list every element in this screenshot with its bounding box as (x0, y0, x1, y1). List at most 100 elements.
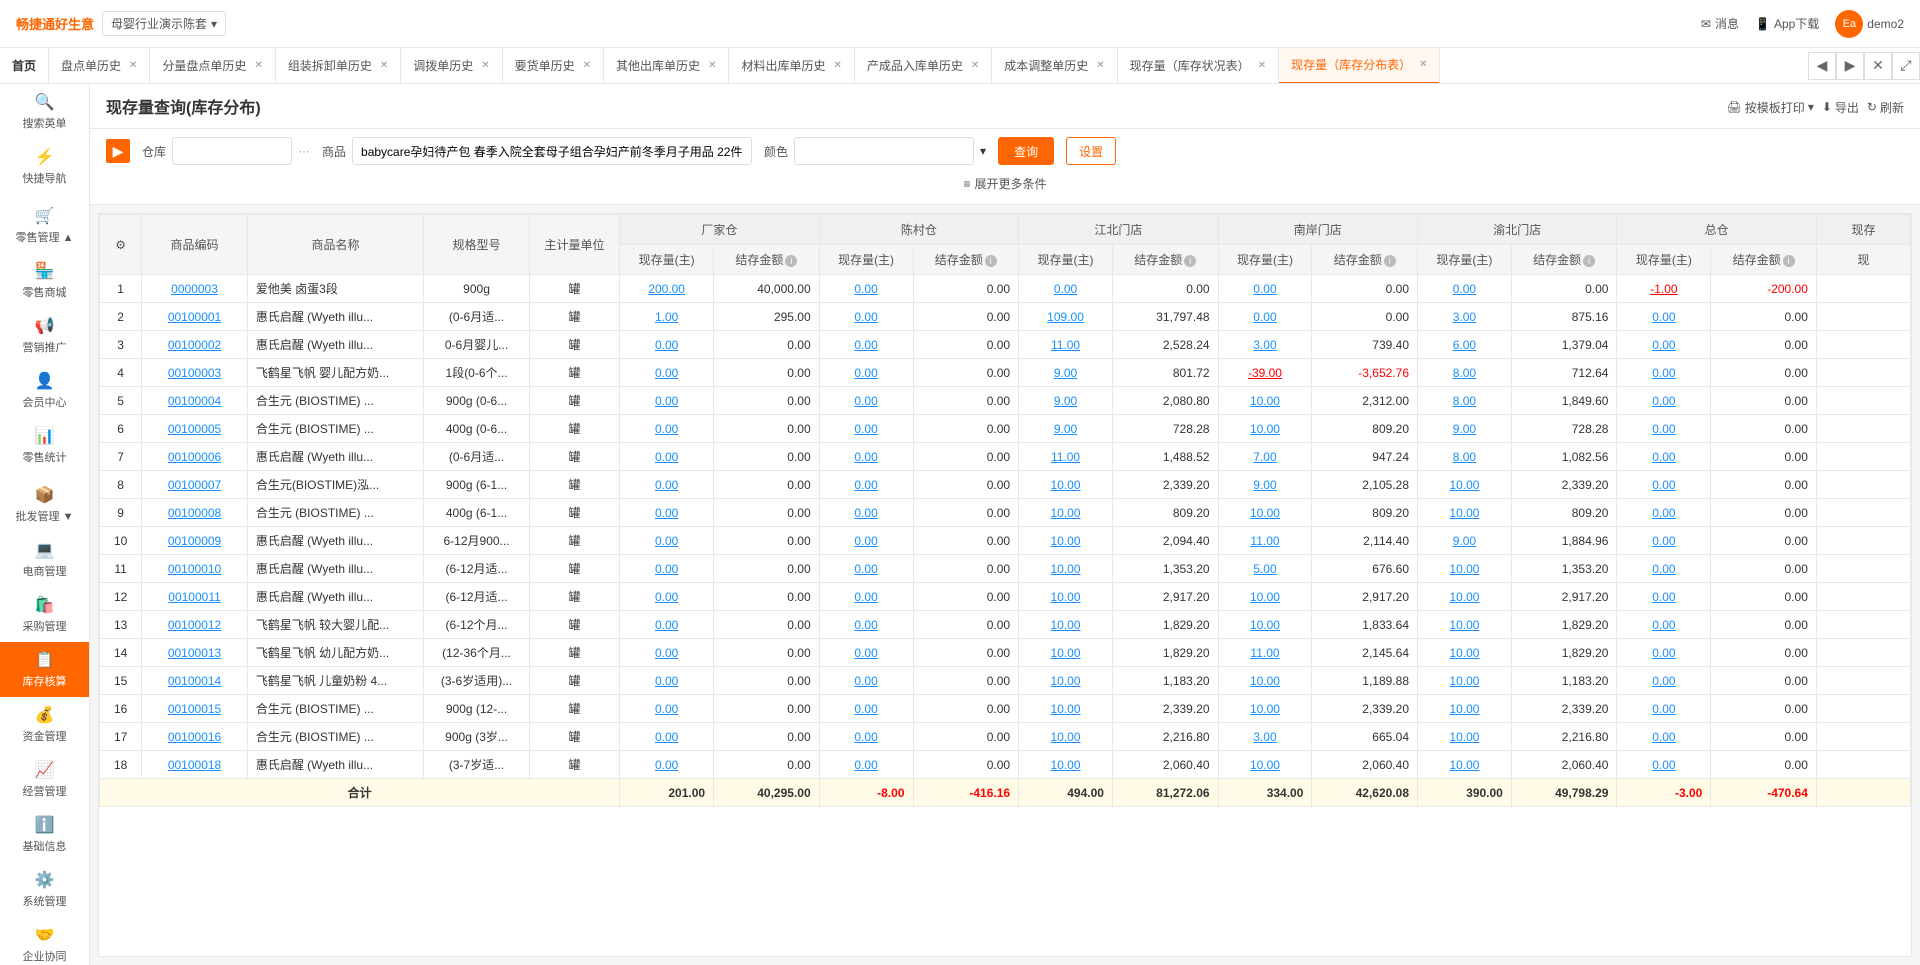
close-icon[interactable]: ✕ (971, 60, 979, 71)
cell[interactable]: 0.00 (819, 751, 913, 779)
cell[interactable]: 00100004 (142, 387, 248, 415)
cell[interactable]: 10.00 (1418, 751, 1512, 779)
cell[interactable]: 10.00 (1418, 583, 1512, 611)
cell[interactable]: 00100012 (142, 611, 248, 639)
cell[interactable]: 0.00 (620, 751, 714, 779)
cell[interactable]: 10.00 (1218, 583, 1312, 611)
cell[interactable]: 10.00 (1019, 471, 1113, 499)
sidebar-item-system[interactable]: ⚙️ 系统管理 (0, 862, 89, 917)
cell[interactable]: 0.00 (620, 527, 714, 555)
cell[interactable]: 0.00 (819, 527, 913, 555)
tab-库存状况[interactable]: 现存量（库存状况表） ✕ (1118, 48, 1279, 84)
app-download-btn[interactable]: 📱 App下载 (1755, 15, 1819, 32)
cell[interactable]: 0.00 (620, 443, 714, 471)
cell[interactable]: 10.00 (1019, 555, 1113, 583)
cell[interactable]: 0.00 (620, 471, 714, 499)
sidebar-item-wholesale[interactable]: 📦 批发管理 ▼ (0, 477, 89, 532)
sidebar-item-basic[interactable]: ℹ️ 基础信息 (0, 807, 89, 862)
cell[interactable]: 10.00 (1218, 611, 1312, 639)
cell[interactable]: 9.00 (1418, 527, 1512, 555)
cell[interactable]: 109.00 (1019, 303, 1113, 331)
info-icon[interactable]: i (785, 255, 797, 267)
cell[interactable]: 10.00 (1218, 695, 1312, 723)
cell[interactable]: 11.00 (1218, 639, 1312, 667)
cell[interactable]: 10.00 (1418, 639, 1512, 667)
cell[interactable]: 10.00 (1418, 499, 1512, 527)
cell[interactable]: 0.00 (1617, 499, 1711, 527)
cell[interactable]: 0.00 (819, 303, 913, 331)
sidebar-item-marketing[interactable]: 📢 营销推广 (0, 308, 89, 363)
cell[interactable]: -1.00 (1617, 275, 1711, 303)
cell[interactable]: 0.00 (1019, 275, 1113, 303)
cell[interactable]: 0.00 (819, 471, 913, 499)
cell[interactable]: 0.00 (620, 359, 714, 387)
cell[interactable]: 8.00 (1418, 443, 1512, 471)
cell[interactable]: 3.00 (1218, 723, 1312, 751)
cell[interactable]: 0.00 (1617, 583, 1711, 611)
sidebar-item-purchase[interactable]: 🛍️ 采购管理 (0, 587, 89, 642)
cell[interactable]: 3.00 (1418, 303, 1512, 331)
cell[interactable]: 6.00 (1418, 331, 1512, 359)
cell[interactable]: 00100014 (142, 667, 248, 695)
cell[interactable]: 9.00 (1418, 415, 1512, 443)
cell[interactable]: 9.00 (1019, 387, 1113, 415)
cell[interactable]: 10.00 (1418, 723, 1512, 751)
cell[interactable]: 0.00 (819, 667, 913, 695)
tab-库存分布[interactable]: 现存量（库存分布表） ✕ (1279, 48, 1440, 84)
cell[interactable]: 0.00 (819, 555, 913, 583)
cell[interactable]: 0.00 (1617, 527, 1711, 555)
nav-close-btn[interactable]: ✕ (1864, 52, 1892, 80)
cell[interactable]: 0.00 (819, 387, 913, 415)
info-icon6[interactable]: i (1783, 255, 1795, 267)
nav-prev-btn[interactable]: ◀ (1808, 52, 1836, 80)
cell[interactable]: 00100001 (142, 303, 248, 331)
cell[interactable]: 0.00 (819, 611, 913, 639)
cell[interactable]: 10.00 (1418, 695, 1512, 723)
cell[interactable]: 8.00 (1418, 359, 1512, 387)
cell[interactable]: 0.00 (620, 583, 714, 611)
goods-input[interactable] (352, 137, 752, 165)
cell[interactable]: 1.00 (620, 303, 714, 331)
cell[interactable]: 0.00 (1617, 303, 1711, 331)
tab-其他出库[interactable]: 其他出库单历史 ✕ (604, 48, 729, 84)
cell[interactable]: 00100015 (142, 695, 248, 723)
cell[interactable]: 10.00 (1218, 751, 1312, 779)
sidebar-item-ecommerce[interactable]: 💻 电商管理 (0, 532, 89, 587)
tab-inventory-history[interactable]: 盘点单历史 ✕ (49, 48, 150, 84)
cell[interactable]: 0.00 (620, 415, 714, 443)
cell[interactable]: 0.00 (620, 387, 714, 415)
tab-分量盘点[interactable]: 分量盘点单历史 ✕ (150, 48, 275, 84)
cell[interactable]: 00100005 (142, 415, 248, 443)
expand-conditions-btn[interactable]: ≡ 展开更多条件 (963, 175, 1046, 192)
cell[interactable]: 0.00 (819, 499, 913, 527)
sidebar-item-retail-stats[interactable]: 📊 零售统计 (0, 418, 89, 473)
cell[interactable]: 0.00 (620, 555, 714, 583)
cell[interactable]: 00100008 (142, 499, 248, 527)
cell[interactable]: 00100016 (142, 723, 248, 751)
cell[interactable]: 0.00 (1617, 471, 1711, 499)
cell[interactable]: -39.00 (1218, 359, 1312, 387)
cell[interactable]: 10.00 (1019, 695, 1113, 723)
cell[interactable]: 5.00 (1218, 555, 1312, 583)
cell[interactable]: 10.00 (1019, 583, 1113, 611)
filter-toggle-btn[interactable]: ▶ (106, 139, 130, 163)
refresh-btn[interactable]: ↻ 刷新 (1867, 99, 1904, 116)
cell[interactable]: 10.00 (1218, 387, 1312, 415)
cell[interactable]: 0.00 (1617, 359, 1711, 387)
cell[interactable]: 200.00 (620, 275, 714, 303)
warehouse-input[interactable] (172, 137, 292, 165)
sidebar-item-search[interactable]: 🔍 搜索英单 (0, 84, 89, 139)
sidebar-item-business[interactable]: 📈 经营管理 (0, 752, 89, 807)
cell[interactable]: 7.00 (1218, 443, 1312, 471)
info-icon4[interactable]: i (1384, 255, 1396, 267)
cell[interactable]: 0.00 (1617, 331, 1711, 359)
industry-select[interactable]: 母婴行业演示陈套 ▾ (102, 11, 226, 36)
close-icon[interactable]: ✕ (481, 60, 489, 71)
cell[interactable]: 0.00 (620, 695, 714, 723)
cell[interactable]: 10.00 (1019, 611, 1113, 639)
cell[interactable]: 0.00 (819, 415, 913, 443)
cell[interactable]: 10.00 (1218, 415, 1312, 443)
cell[interactable]: 00100018 (142, 751, 248, 779)
nav-expand-btn[interactable]: ⤢ (1892, 52, 1920, 80)
close-icon[interactable]: ✕ (254, 60, 262, 71)
